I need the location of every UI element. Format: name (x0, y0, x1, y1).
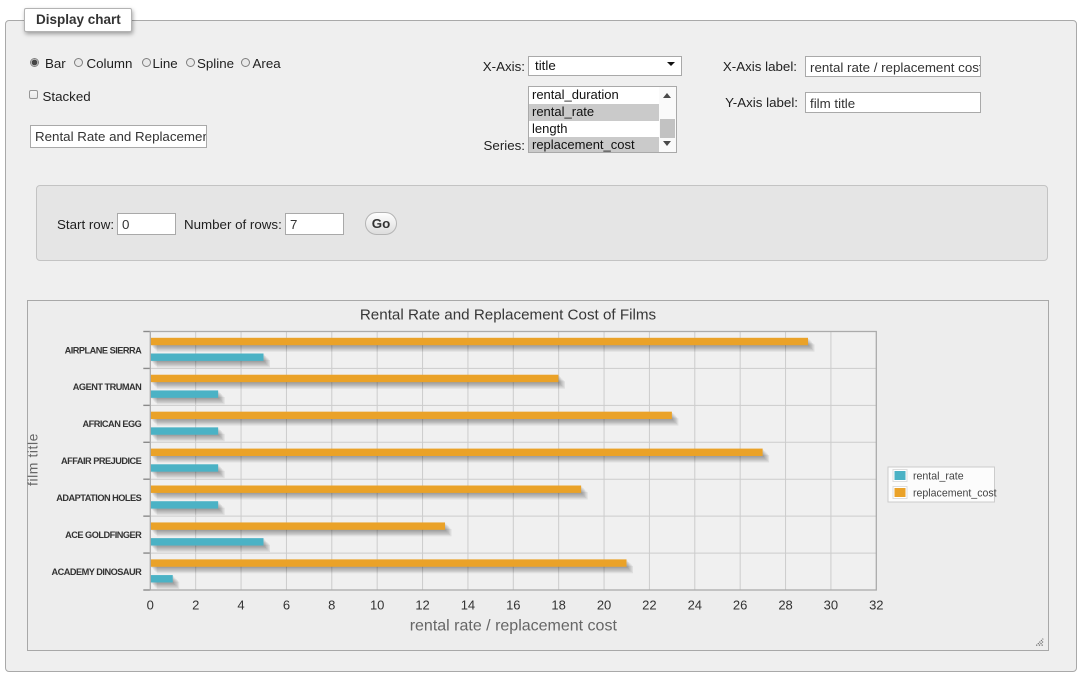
svg-text:14: 14 (461, 598, 475, 613)
svg-text:AFFAIR PREJUDICE: AFFAIR PREJUDICE (61, 456, 142, 466)
svg-text:film title: film title (24, 433, 40, 486)
svg-text:24: 24 (688, 598, 702, 613)
svg-text:10: 10 (370, 598, 384, 613)
svg-text:rental rate / replacement cost: rental rate / replacement cost (410, 618, 618, 635)
svg-text:22: 22 (642, 598, 656, 613)
svg-text:ACE GOLDFINGER: ACE GOLDFINGER (65, 530, 142, 540)
svg-text:28: 28 (778, 598, 792, 613)
svg-text:ADAPTATION HOLES: ADAPTATION HOLES (56, 493, 141, 503)
svg-text:18: 18 (551, 598, 565, 613)
svg-text:AIRPLANE SIERRA: AIRPLANE SIERRA (65, 345, 143, 355)
svg-text:AGENT TRUMAN: AGENT TRUMAN (73, 382, 142, 392)
svg-text:26: 26 (733, 598, 747, 613)
svg-text:16: 16 (506, 598, 520, 613)
svg-text:8: 8 (328, 598, 335, 613)
svg-text:2: 2 (192, 598, 199, 613)
svg-text:rental_rate: rental_rate (913, 471, 964, 483)
svg-text:30: 30 (824, 598, 838, 613)
svg-text:6: 6 (283, 598, 290, 613)
svg-text:Rental Rate and Replacement Co: Rental Rate and Replacement Cost of Film… (360, 307, 657, 324)
svg-text:20: 20 (597, 598, 611, 613)
svg-text:ACADEMY DINOSAUR: ACADEMY DINOSAUR (51, 567, 142, 577)
svg-text:4: 4 (237, 598, 244, 613)
svg-text:32: 32 (869, 598, 883, 613)
svg-text:0: 0 (147, 598, 154, 613)
svg-text:replacement_cost: replacement_cost (913, 488, 997, 500)
svg-text:12: 12 (415, 598, 429, 613)
svg-text:AFRICAN EGG: AFRICAN EGG (82, 419, 141, 429)
